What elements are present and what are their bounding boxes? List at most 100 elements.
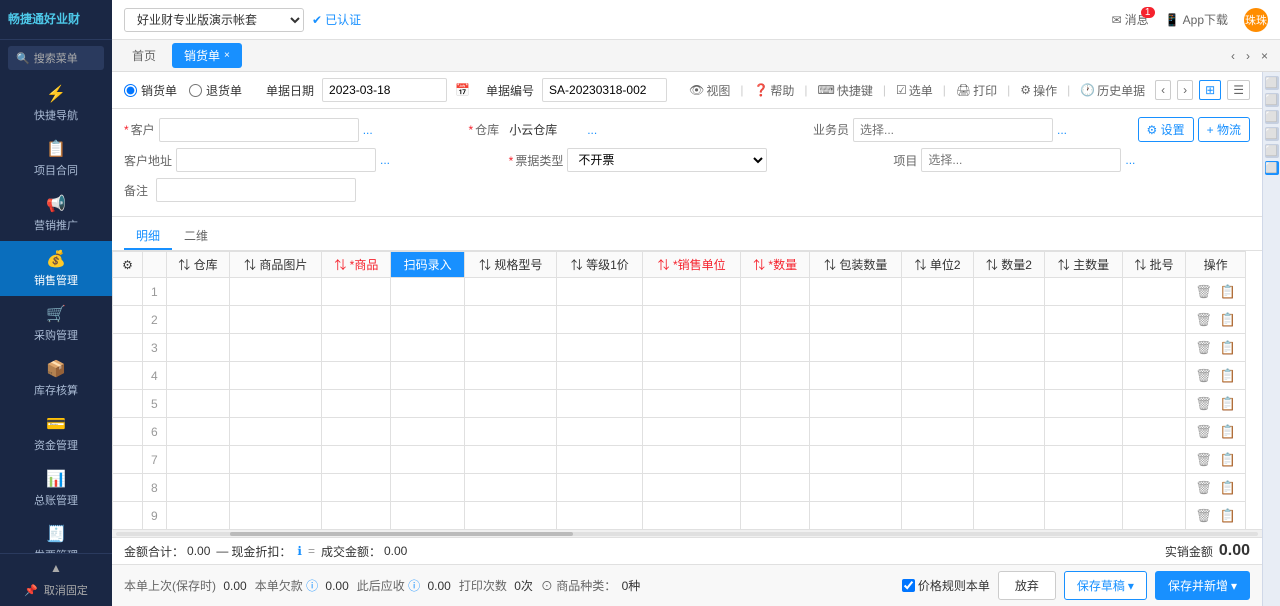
sidebar-item-project[interactable]: 📋 项目合同 <box>0 131 112 186</box>
copy-row-button[interactable]: 📋 <box>1218 396 1238 412</box>
horizontal-scrollbar[interactable] <box>112 529 1262 537</box>
right-panel-btn-1[interactable]: ⬜ <box>1265 76 1279 90</box>
radio-sales[interactable]: 销货单 <box>124 82 177 99</box>
delete-row-button[interactable]: 🗑 <box>1193 480 1214 496</box>
doc-number-input[interactable] <box>542 78 667 102</box>
project-ellipsis[interactable]: ... <box>1125 153 1135 167</box>
date-input[interactable] <box>322 78 447 102</box>
save-new-button[interactable]: 保存并新增 ▾ <box>1155 571 1250 600</box>
radio-return-input[interactable] <box>189 84 202 97</box>
operation-button[interactable]: ⚙ 操作 <box>1016 80 1061 101</box>
warehouse-ellipsis[interactable]: ... <box>587 123 597 137</box>
list-view-button[interactable]: ☰ <box>1227 80 1250 100</box>
sidebar-item-inventory[interactable]: 📦 库存核算 <box>0 351 112 406</box>
radio-sales-input[interactable] <box>124 84 137 97</box>
select-order-button[interactable]: ☑ 选单 <box>892 80 937 101</box>
sidebar-item-finance[interactable]: 💳 资金管理 <box>0 406 112 461</box>
view-button[interactable]: 👁 视图 <box>685 80 734 101</box>
sidebar-item-invoice[interactable]: 🧾 发票管理 <box>0 516 112 553</box>
help-button[interactable]: ❓ 帮助 <box>749 80 798 101</box>
right-panel-btn-5[interactable]: ⬜ <box>1265 144 1279 158</box>
abandon-button[interactable]: 放弃 <box>998 571 1056 600</box>
copy-row-button[interactable]: 📋 <box>1218 452 1238 468</box>
th-product[interactable]: ⇅ *商品 <box>322 252 391 278</box>
print-button[interactable]: 🖨 打印 <box>952 80 1001 101</box>
scroll-track[interactable] <box>116 532 1258 536</box>
customer-input[interactable] <box>159 118 359 142</box>
customer-ellipsis[interactable]: ... <box>363 123 373 137</box>
address-input[interactable] <box>176 148 376 172</box>
scroll-thumb[interactable] <box>230 532 573 536</box>
th-main-qty[interactable]: ⇅ 主数量 <box>1045 252 1123 278</box>
th-qty2[interactable]: ⇅ 数量2 <box>973 252 1044 278</box>
save-new-dropdown-icon[interactable]: ▾ <box>1231 579 1237 593</box>
user-avatar[interactable]: 珠珠 <box>1244 8 1268 32</box>
price-check-label[interactable]: 价格规则本单 <box>902 577 990 594</box>
next-record-button[interactable]: › <box>1177 80 1193 100</box>
receivable-info-icon[interactable]: ⓘ <box>408 579 420 593</box>
copy-row-button[interactable]: 📋 <box>1218 424 1238 440</box>
scroll-up-button[interactable]: ▲ <box>0 558 112 578</box>
sidebar-item-ledger[interactable]: 📊 总账管理 <box>0 461 112 516</box>
remark-input[interactable] <box>156 178 356 202</box>
staff-input[interactable] <box>853 118 1053 142</box>
tab-prev-button[interactable]: ‹ <box>1227 47 1239 65</box>
right-panel-btn-3[interactable]: ⬜ <box>1265 110 1279 124</box>
app-download-button[interactable]: 📱 App下载 <box>1165 11 1228 28</box>
save-draft-button[interactable]: 保存草稿 ▾ <box>1064 571 1147 600</box>
arrears-info-icon[interactable]: ⓘ <box>306 579 318 593</box>
tab-2d[interactable]: 二维 <box>172 223 220 250</box>
tab-next-button[interactable]: › <box>1242 47 1254 65</box>
shortcut-button[interactable]: ⌨ 快捷键 <box>814 80 877 101</box>
address-ellipsis[interactable]: ... <box>380 153 390 167</box>
staff-ellipsis[interactable]: ... <box>1057 123 1067 137</box>
th-scan-input[interactable]: 扫码录入 <box>391 252 465 278</box>
tab-home[interactable]: 首页 <box>120 43 168 68</box>
th-spec[interactable]: ⇅ 规格型号 <box>465 252 557 278</box>
th-grade-price[interactable]: ⇅ 等级1价 <box>557 252 643 278</box>
sidebar-item-sales[interactable]: 💰 销售管理 <box>0 241 112 296</box>
invoice-select[interactable]: 不开票 <box>567 148 767 172</box>
tab-mingxi[interactable]: 明细 <box>124 223 172 250</box>
copy-row-button[interactable]: 📋 <box>1218 480 1238 496</box>
th-unit2[interactable]: ⇅ 单位2 <box>902 252 973 278</box>
delete-row-button[interactable]: 🗑 <box>1193 312 1214 328</box>
copy-row-button[interactable]: 📋 <box>1218 368 1238 384</box>
th-batch[interactable]: ⇅ 批号 <box>1122 252 1185 278</box>
project-input[interactable] <box>921 148 1121 172</box>
th-warehouse[interactable]: ⇅ 仓库 <box>166 252 229 278</box>
tab-sales-order[interactable]: 销货单 × <box>172 43 242 68</box>
grid-view-button[interactable]: ⊞ <box>1199 80 1221 100</box>
copy-row-button[interactable]: 📋 <box>1218 284 1238 300</box>
delete-row-button[interactable]: 🗑 <box>1193 368 1214 384</box>
calendar-icon[interactable]: 📅 <box>455 83 470 97</box>
right-panel-btn-2[interactable]: ⬜ <box>1265 93 1279 107</box>
info-icon[interactable]: ℹ <box>297 544 302 558</box>
sidebar-item-marketing[interactable]: 📢 营销推广 <box>0 186 112 241</box>
delete-row-button[interactable]: 🗑 <box>1193 452 1214 468</box>
sidebar-item-quick-nav[interactable]: ⚡ 快捷导航 <box>0 76 112 131</box>
history-button[interactable]: 🕐 历史单据 <box>1076 80 1149 101</box>
th-qty[interactable]: ⇅ *数量 <box>741 252 810 278</box>
delete-row-button[interactable]: 🗑 <box>1193 284 1214 300</box>
copy-row-button[interactable]: 📋 <box>1218 508 1238 524</box>
th-pkg-qty[interactable]: ⇅ 包装数量 <box>810 252 902 278</box>
copy-row-button[interactable]: 📋 <box>1218 340 1238 356</box>
sidebar-item-unpin[interactable]: 📌 取消固定 <box>0 578 112 602</box>
company-select[interactable]: 好业财专业版演示帐套 <box>124 8 304 32</box>
message-button[interactable]: ✉ 消息 1 <box>1112 11 1149 28</box>
tab-close-all-button[interactable]: × <box>1257 47 1272 65</box>
delete-row-button[interactable]: 🗑 <box>1193 396 1214 412</box>
price-check-checkbox[interactable] <box>902 579 915 592</box>
save-draft-dropdown-icon[interactable]: ▾ <box>1128 579 1134 593</box>
th-product-image[interactable]: ⇅ 商品图片 <box>230 252 322 278</box>
settings-button[interactable]: ⚙ 设置 <box>1138 117 1194 142</box>
add-logistics-button[interactable]: + 物流 <box>1198 117 1250 142</box>
right-panel-btn-4[interactable]: ⬜ <box>1265 127 1279 141</box>
delete-row-button[interactable]: 🗑 <box>1193 340 1214 356</box>
delete-row-button[interactable]: 🗑 <box>1193 424 1214 440</box>
search-menu-button[interactable]: 🔍 搜索菜单 <box>8 46 104 70</box>
sidebar-item-purchase[interactable]: 🛒 采购管理 <box>0 296 112 351</box>
th-settings[interactable]: ⚙ <box>113 252 143 278</box>
right-panel-btn-6[interactable]: ⬜ <box>1265 161 1279 175</box>
